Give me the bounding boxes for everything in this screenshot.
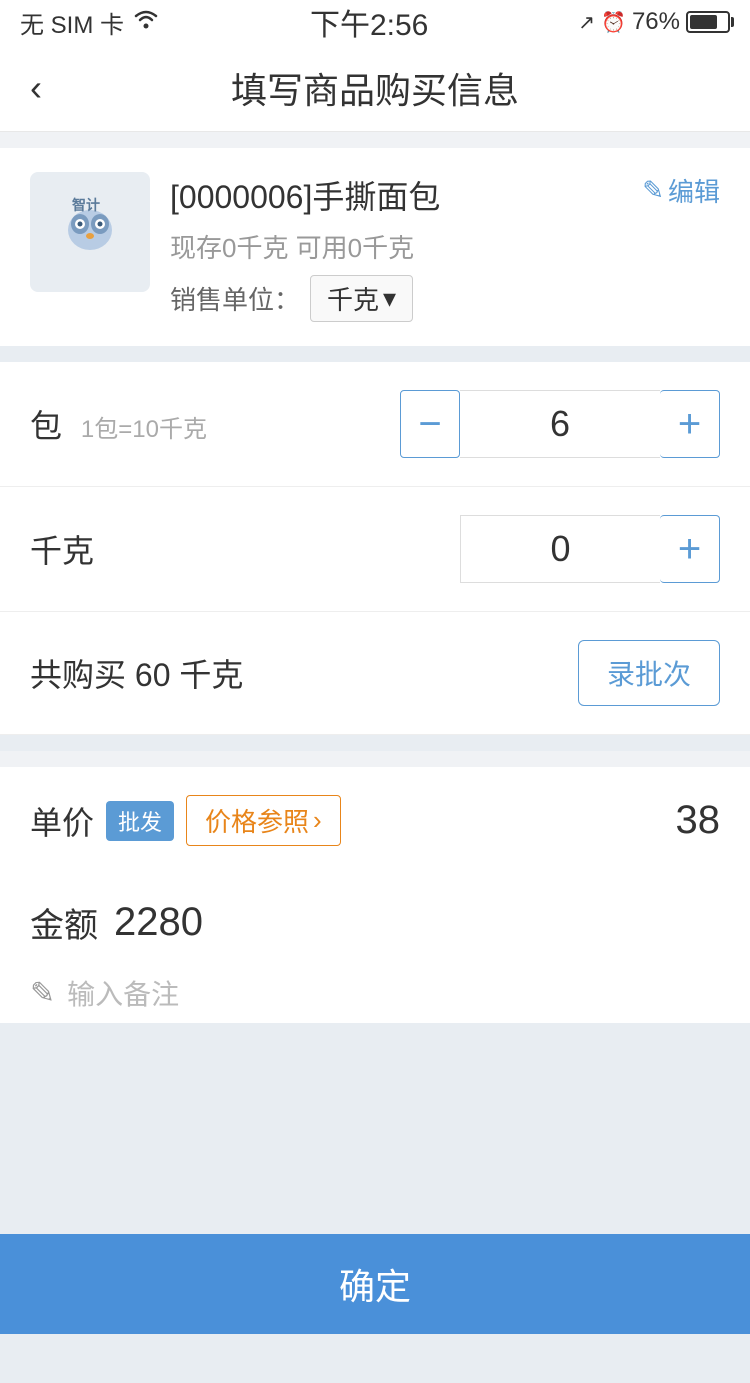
bao-minus-btn[interactable]: − — [400, 390, 460, 458]
bao-plus-btn[interactable]: + — [660, 390, 720, 458]
product-thumbnail: 智计 — [30, 172, 150, 292]
section-divider-1 — [0, 346, 750, 362]
amount-label: 金额 — [30, 898, 98, 947]
bao-label: 包 1包=10千克 — [30, 401, 400, 447]
nav-bar: ‹ 填写商品购买信息 — [0, 44, 750, 132]
edit-button[interactable]: ✎ 编辑 — [642, 172, 720, 209]
total-label: 共购买 60 千克 — [30, 650, 243, 696]
price-label-row: 单价 批发 价格参照 › — [30, 795, 341, 846]
kg-label: 千克 — [30, 526, 460, 572]
status-time: 下午2:56 — [310, 0, 428, 44]
kg-qty-input[interactable] — [460, 515, 660, 583]
amount-section: 金额 2280 ✎ 输入备注 — [0, 874, 750, 1023]
product-card: 智计 [0000006]手撕面包 ✎ 编辑 现存0千克 可用0千克 销售单位： … — [0, 148, 750, 346]
product-logo: 智计 — [54, 190, 126, 275]
price-section: 单价 批发 价格参照 › 38 — [0, 767, 750, 874]
price-ref-button[interactable]: 价格参照 › — [186, 795, 341, 846]
remark-row[interactable]: ✎ 输入备注 — [30, 963, 720, 1023]
product-info: [0000006]手撕面包 ✎ 编辑 现存0千克 可用0千克 销售单位： 千克 … — [170, 172, 720, 322]
bao-sub-label: 1包=10千克 — [81, 416, 207, 443]
battery-percent: 76% — [632, 8, 680, 36]
amount-row: 金额 2280 — [30, 898, 720, 947]
location-icon: ↗ — [578, 10, 595, 35]
unit-select[interactable]: 千克 ▾ — [310, 275, 413, 322]
kg-row: 千克 + — [0, 487, 750, 612]
batch-tag: 批发 — [106, 801, 174, 841]
product-name: [0000006]手撕面包 — [170, 172, 440, 218]
confirm-label: 确定 — [339, 1258, 411, 1310]
back-button[interactable]: ‹ — [30, 67, 42, 109]
kg-qty-control: + — [460, 515, 720, 583]
quantity-section: 包 1包=10千克 − + 千克 + — [0, 362, 750, 612]
bao-qty-control: − + — [400, 390, 720, 458]
bao-qty-input[interactable] — [460, 390, 660, 458]
amount-value: 2280 — [114, 900, 203, 945]
status-right: ↗ ⏰ 76% — [578, 8, 730, 36]
carrier-text: 无 SIM 卡 — [20, 5, 124, 40]
remark-placeholder: 输入备注 — [67, 973, 179, 1013]
status-carrier: 无 SIM 卡 — [20, 5, 160, 40]
price-row: 单价 批发 价格参照 › 38 — [30, 795, 720, 846]
battery-icon — [686, 11, 730, 33]
kg-plus-btn[interactable]: + — [660, 515, 720, 583]
wifi-icon — [132, 8, 160, 37]
price-label: 单价 — [30, 798, 94, 844]
edit-icon: ✎ — [642, 175, 664, 206]
remark-icon: ✎ — [30, 976, 55, 1011]
confirm-button[interactable]: 确定 — [0, 1234, 750, 1334]
product-stock: 现存0千克 可用0千克 — [170, 228, 720, 265]
page-title: 填写商品购买信息 — [231, 62, 519, 114]
section-divider-2 — [0, 735, 750, 751]
svg-text:智计: 智计 — [71, 197, 100, 213]
bao-row: 包 1包=10千克 − + — [0, 362, 750, 487]
total-row: 共购买 60 千克 录批次 — [0, 612, 750, 735]
batch-button[interactable]: 录批次 — [578, 640, 720, 706]
price-value: 38 — [676, 798, 721, 843]
status-bar: 无 SIM 卡 下午2:56 ↗ ⏰ 76% — [0, 0, 750, 44]
product-unit: 销售单位： 千克 ▾ — [170, 275, 720, 322]
alarm-icon: ⏰ — [601, 10, 626, 35]
